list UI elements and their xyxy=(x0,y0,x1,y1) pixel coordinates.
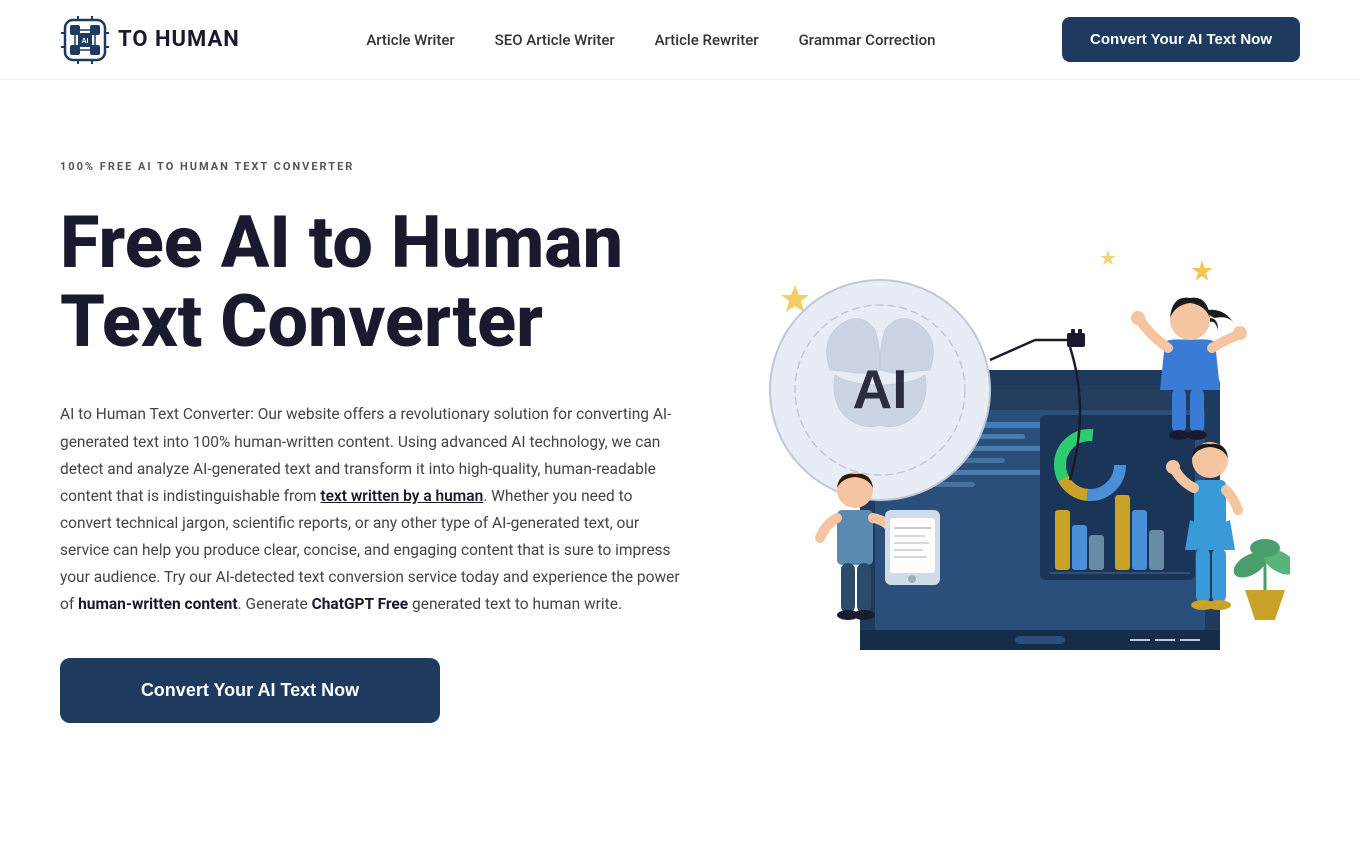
hero-title: Free AI to Human Text Converter xyxy=(60,203,700,361)
logo[interactable]: AI TO HUMAN xyxy=(60,15,240,65)
hero-highlight-2: human-written content xyxy=(78,595,238,613)
small-tablet xyxy=(885,510,940,585)
hero-right: AI xyxy=(700,140,1300,740)
nav-item-article-writer[interactable]: Article Writer xyxy=(366,30,454,49)
hero-highlight-3: ChatGPT Free xyxy=(312,595,409,613)
hero-highlight-1: text written by a human xyxy=(320,487,483,505)
navbar: AI TO HUMAN Article Writer SEO Article W… xyxy=(0,0,1360,80)
svg-text:AI: AI xyxy=(853,358,908,420)
hero-cta-button[interactable]: Convert Your AI Text Now xyxy=(60,658,440,723)
hero-desc-part4: generated text to human write. xyxy=(408,595,622,613)
hero-desc-part3: . Generate xyxy=(238,595,312,613)
nav-item-grammar-correction[interactable]: Grammar Correction xyxy=(799,30,936,49)
hero-illustration: AI xyxy=(710,230,1290,650)
sparkle-small xyxy=(1100,250,1116,265)
sparkle-top-left xyxy=(781,285,809,312)
plant-decoration xyxy=(1229,539,1290,620)
nav-links: Article Writer SEO Article Writer Articl… xyxy=(366,30,935,49)
nav-item-article-rewriter[interactable]: Article Rewriter xyxy=(655,30,759,49)
svg-text:AI: AI xyxy=(82,38,89,45)
hero-left: 100% FREE AI TO HUMAN TEXT CONVERTER Fre… xyxy=(60,140,700,723)
hero-description: AI to Human Text Converter: Our website … xyxy=(60,401,680,618)
hero-section: 100% FREE AI TO HUMAN TEXT CONVERTER Fre… xyxy=(0,80,1360,840)
nav-cta-button[interactable]: Convert Your AI Text Now xyxy=(1062,17,1300,62)
logo-text: TO HUMAN xyxy=(118,27,240,52)
logo-icon: AI xyxy=(60,15,110,65)
hero-badge: 100% FREE AI TO HUMAN TEXT CONVERTER xyxy=(60,160,700,173)
nav-item-seo-article-writer[interactable]: SEO Article Writer xyxy=(495,30,615,49)
sparkle-top-right xyxy=(1192,260,1213,281)
